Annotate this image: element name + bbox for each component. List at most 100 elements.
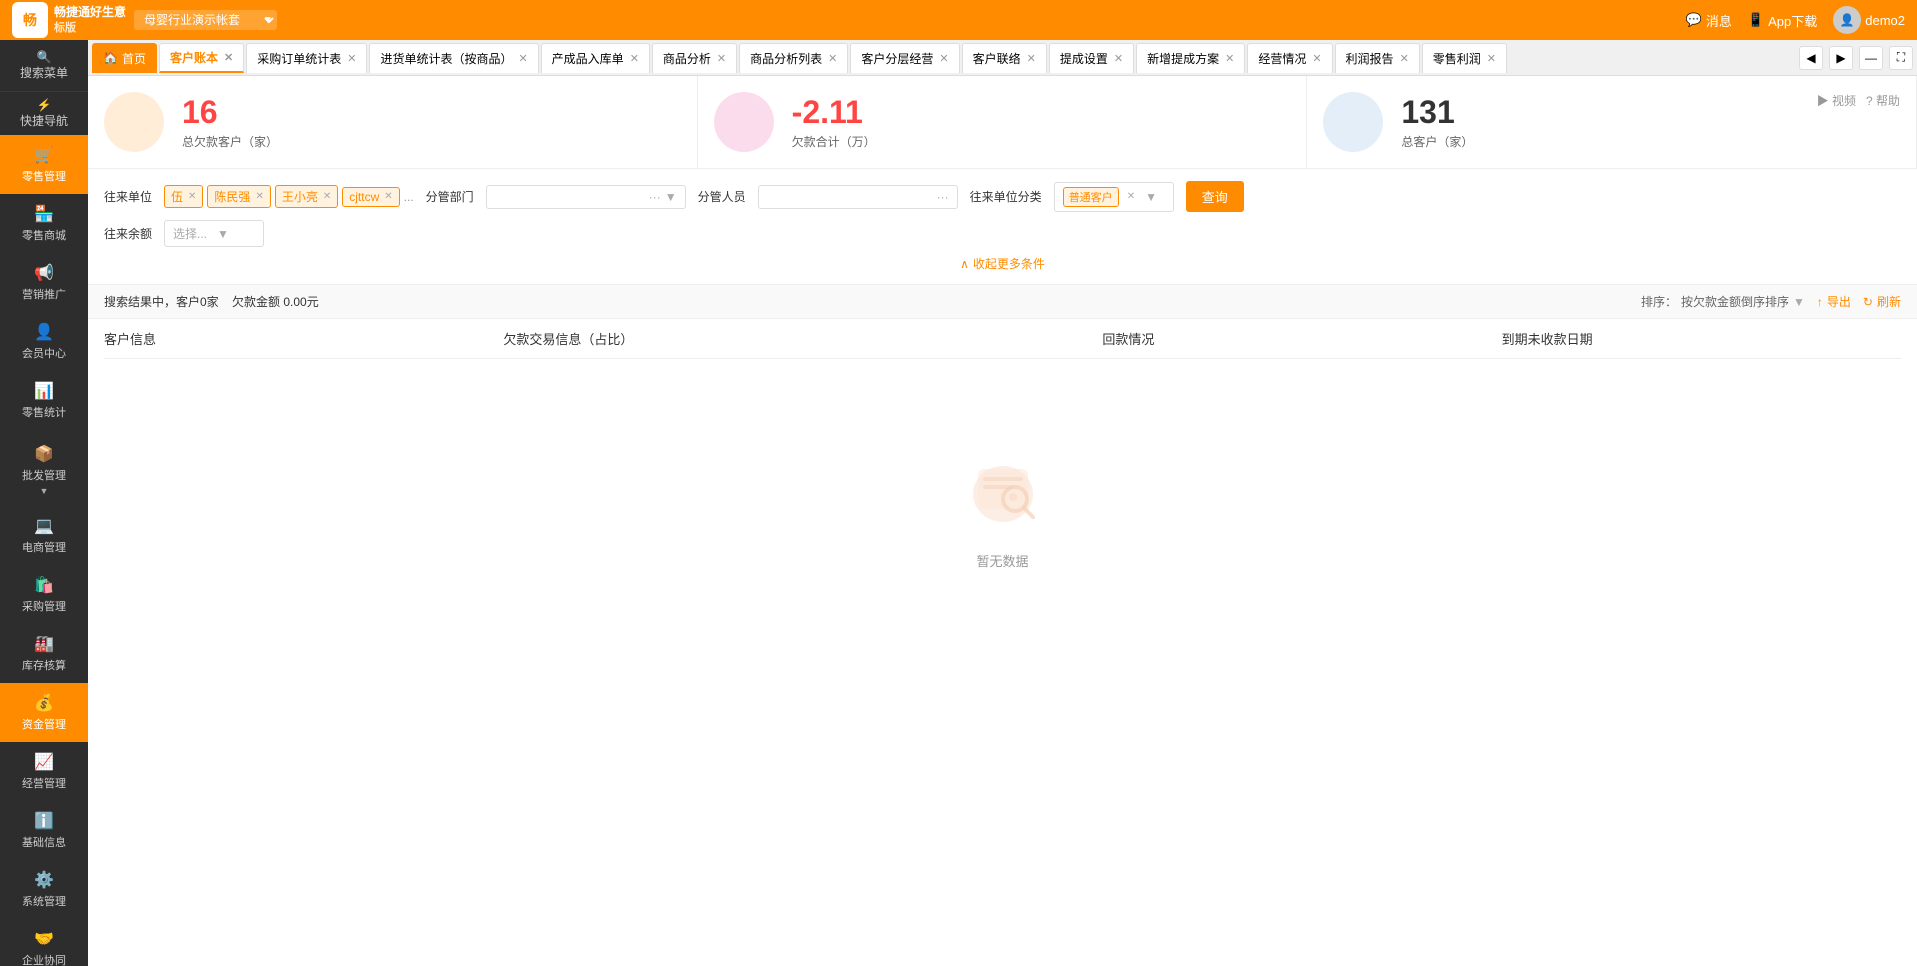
tab-production[interactable]: 产成品入库单 ✕ <box>541 43 650 73</box>
refresh-btn[interactable]: ↻ 刷新 <box>1863 293 1901 310</box>
tab-retail-profit[interactable]: 零售利润 ✕ <box>1422 43 1507 73</box>
tag-wang-label: 王小亮 <box>282 188 318 205</box>
tab-maximize[interactable]: ⛶ <box>1889 46 1913 70</box>
tab-retail-profit-label: 零售利润 <box>1433 50 1481 67</box>
sidebar-item-marketing[interactable]: 📢 营销推广 <box>0 253 88 312</box>
tab-close-purchase-order[interactable]: ✕ <box>347 52 356 65</box>
tab-close-operations[interactable]: ✕ <box>1312 52 1321 65</box>
sidebar-item-retail-mgmt[interactable]: 🛒 零售管理 <box>0 135 88 194</box>
filter-tag-cjttcw[interactable]: cjttcw ✕ <box>342 187 399 207</box>
col-header-debt: 欠款交易信息（占比） <box>503 329 1102 348</box>
tab-close-customer-layered[interactable]: ✕ <box>939 52 948 65</box>
tab-close-customer-contact[interactable]: ✕ <box>1027 52 1036 65</box>
person-more: ··· <box>937 190 949 204</box>
retail-stat-label: 零售统计 <box>22 404 66 420</box>
tag-cjttcw-close[interactable]: ✕ <box>384 191 392 202</box>
tab-commission-settings[interactable]: 提成设置 ✕ <box>1049 43 1134 73</box>
sidebar-item-collab[interactable]: 🤝 企业协同 <box>0 919 88 966</box>
query-button[interactable]: 查询 <box>1186 181 1244 212</box>
tab-purchase-order[interactable]: 采购订单统计表 ✕ <box>246 43 367 73</box>
tab-close-commission-settings[interactable]: ✕ <box>1114 52 1123 65</box>
tab-close-stock-stat[interactable]: ✕ <box>518 52 527 65</box>
filter-more-tags[interactable]: ... <box>404 190 414 204</box>
tab-stock-stat-label: 进货单统计表（按商品） <box>380 50 512 67</box>
sidebar-quick-nav[interactable]: ⚡ 快捷导航 <box>0 92 88 135</box>
sidebar-item-operations[interactable]: 📈 经营管理 <box>0 742 88 801</box>
tab-operations[interactable]: 经营情况 ✕ <box>1247 43 1332 73</box>
tag-wu-close[interactable]: ✕ <box>188 191 196 202</box>
collapse-button[interactable]: ∧ 收起更多条件 <box>104 255 1901 272</box>
filter-tag-wang[interactable]: 王小亮 ✕ <box>275 185 338 208</box>
tab-scroll-right[interactable]: ▶ <box>1829 46 1853 70</box>
stat-label-total: 总客户（家） <box>1401 133 1473 150</box>
dept-select[interactable]: ··· ▼ <box>486 185 686 209</box>
collapse-label: 收起更多条件 <box>973 255 1045 272</box>
tab-close-production[interactable]: ✕ <box>630 52 639 65</box>
stat-content-total: 131 总客户（家） <box>1401 94 1473 150</box>
balance-arrow: ▼ <box>217 227 229 241</box>
search-results-text: 搜索结果中，客户0家 <box>104 295 219 309</box>
tab-scroll-left[interactable]: ◀ <box>1799 46 1823 70</box>
tab-close-profit-report[interactable]: ✕ <box>1400 52 1409 65</box>
tab-stock-stat[interactable]: 进货单统计表（按商品） ✕ <box>369 43 538 73</box>
tab-customer-ledger[interactable]: 客户账本 ✕ <box>159 43 244 73</box>
tab-minimize[interactable]: — <box>1859 46 1883 70</box>
filter-tag-chen[interactable]: 陈民强 ✕ <box>207 185 270 208</box>
sort-btn[interactable]: 排序： 按欠款金额倒序排序 ▼ <box>1641 293 1805 310</box>
sidebar-item-retail-mall[interactable]: 🏪 零售商城 <box>0 194 88 253</box>
tag-wang-close[interactable]: ✕ <box>323 191 331 202</box>
user-profile[interactable]: 👤 demo2 <box>1833 6 1905 34</box>
svg-text:✦: ✦ <box>735 111 752 133</box>
unit-type-arrow: ▼ <box>1145 190 1157 204</box>
unit-type-close[interactable]: ✕ <box>1127 191 1135 202</box>
tab-profit-report[interactable]: 利润报告 ✕ <box>1335 43 1420 73</box>
ecommerce-icon: 💻 <box>34 516 54 536</box>
tab-close-customer-ledger[interactable]: ✕ <box>224 51 233 64</box>
sidebar-item-basic-info[interactable]: ℹ️ 基础信息 <box>0 801 88 860</box>
app-download-btn[interactable]: 📱 App下载 <box>1748 11 1817 30</box>
messages-btn[interactable]: 💬 消息 <box>1686 11 1732 30</box>
unit-type-select[interactable]: 普通客户 ✕ ▼ <box>1054 182 1174 212</box>
sidebar-item-system[interactable]: ⚙️ 系统管理 <box>0 860 88 919</box>
sidebar-item-purchase[interactable]: 🛍️ 采购管理 <box>0 565 88 624</box>
tab-close-retail-profit[interactable]: ✕ <box>1487 52 1496 65</box>
tab-product-list[interactable]: 商品分析列表 ✕ <box>739 43 848 73</box>
company-select[interactable]: 母婴行业演示帐套 <box>134 10 277 30</box>
purchase-label: 采购管理 <box>22 598 66 614</box>
sidebar-search[interactable]: 🔍 搜索菜单 <box>0 40 88 92</box>
sidebar-item-retail-stat[interactable]: 📊 零售统计 <box>0 371 88 430</box>
tab-close-product-list[interactable]: ✕ <box>828 52 837 65</box>
tab-home[interactable]: 🏠 首页 <box>92 43 157 73</box>
sidebar-item-ecommerce[interactable]: 💻 电商管理 <box>0 506 88 565</box>
filter-tag-wu[interactable]: 伍 ✕ <box>164 185 203 208</box>
unit-type-tag: 普通客户 <box>1063 187 1119 207</box>
export-btn[interactable]: ↑ 导出 <box>1817 293 1851 310</box>
sidebar-item-wholesale[interactable]: 📦 批发管理 ▼ <box>0 434 88 506</box>
member-icon: 👤 <box>34 322 54 342</box>
operations-label: 经营管理 <box>22 775 66 791</box>
tab-product-analysis-label: 商品分析 <box>663 50 711 67</box>
video-help-btn[interactable]: ▶ 视频 <box>1817 92 1856 109</box>
tab-customer-contact[interactable]: 客户联络 ✕ <box>962 43 1047 73</box>
tab-customer-layered[interactable]: 客户分层经营 ✕ <box>850 43 959 73</box>
sort-label: 排序： <box>1641 293 1677 310</box>
person-select[interactable]: ··· <box>758 185 958 209</box>
tab-commission-settings-label: 提成设置 <box>1060 50 1108 67</box>
balance-select[interactable]: 选择... ▼ <box>164 220 264 247</box>
purchase-icon: 🛍️ <box>34 575 54 595</box>
tab-close-new-commission[interactable]: ✕ <box>1225 52 1234 65</box>
tab-purchase-order-label: 采购订单统计表 <box>257 50 341 67</box>
svg-text:¥: ¥ <box>127 111 140 133</box>
ecommerce-label: 电商管理 <box>22 539 66 555</box>
tag-chen-close[interactable]: ✕ <box>255 191 263 202</box>
table-header: 客户信息 欠款交易信息（占比） 回款情况 到期未收款日期 <box>104 319 1901 359</box>
tab-close-product-analysis[interactable]: ✕ <box>717 52 726 65</box>
tab-new-commission[interactable]: 新增提成方案 ✕ <box>1136 43 1245 73</box>
sidebar-item-member[interactable]: 👤 会员中心 <box>0 312 88 371</box>
sidebar-item-finance[interactable]: 💰 资金管理 <box>0 683 88 742</box>
help-btn[interactable]: ? 帮助 <box>1866 92 1900 109</box>
tab-product-analysis[interactable]: 商品分析 ✕ <box>652 43 737 73</box>
tab-controls: ◀ ▶ — ⛶ <box>1799 46 1913 70</box>
sidebar-item-inventory[interactable]: 🏭 库存核算 <box>0 624 88 683</box>
tab-home-label: 首页 <box>122 50 146 67</box>
